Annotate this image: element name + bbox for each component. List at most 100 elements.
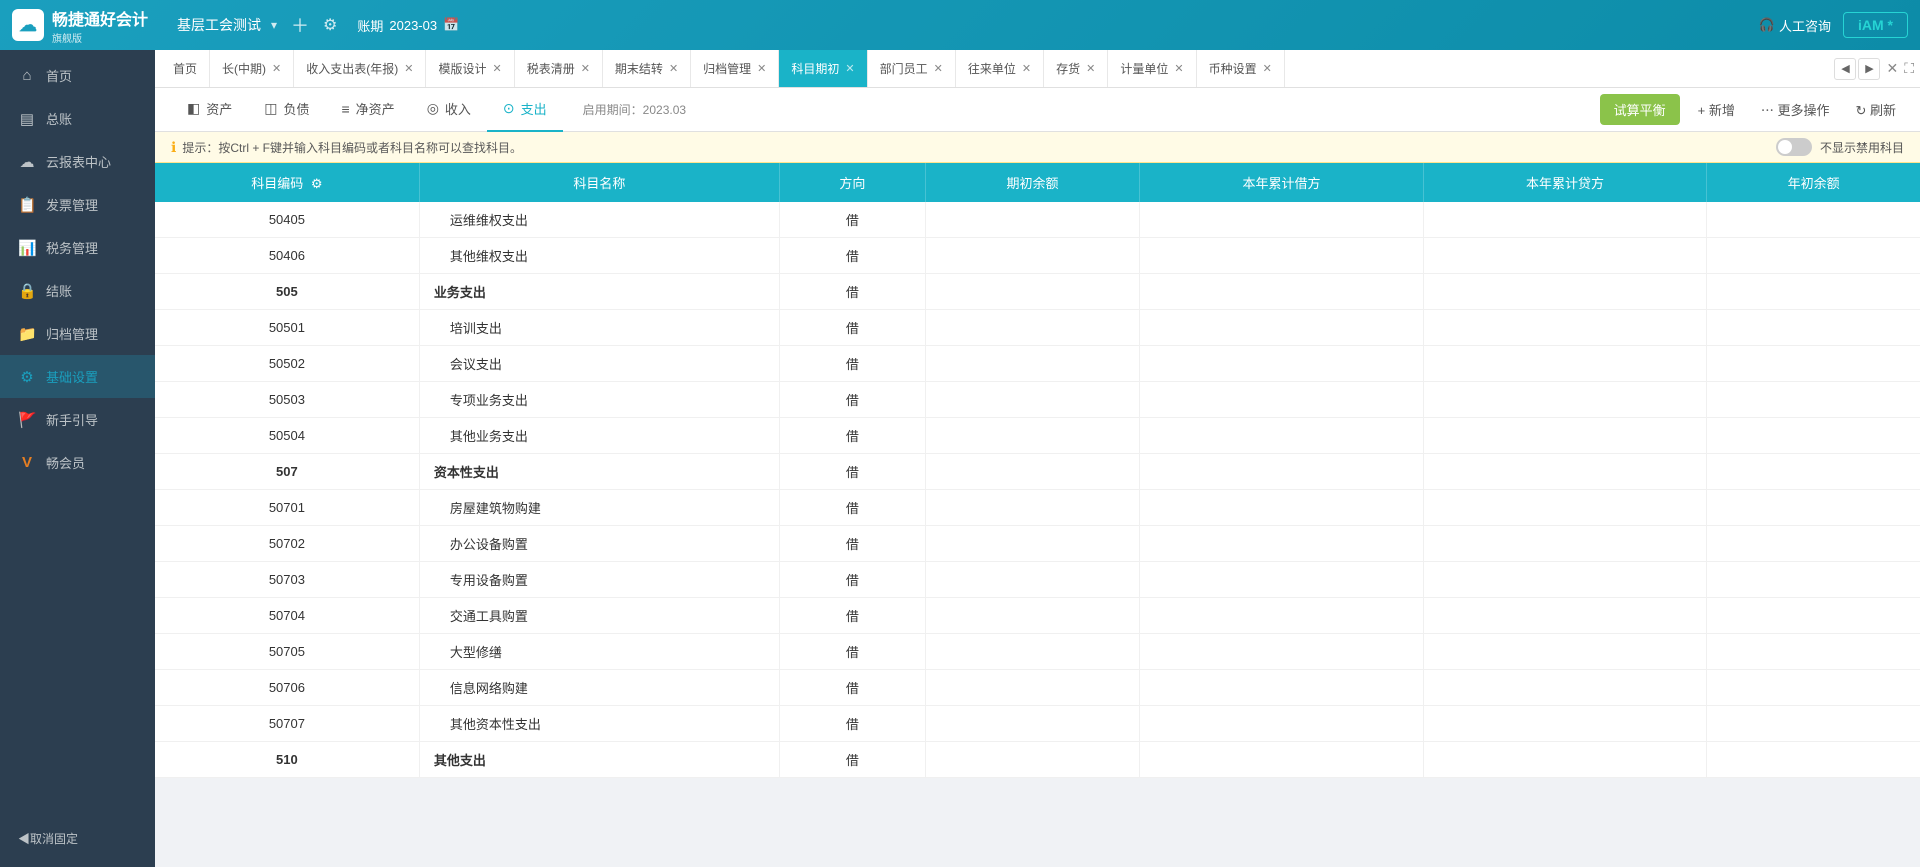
cell-code: 50406 (155, 238, 419, 274)
iam-button[interactable]: iAM * (1843, 12, 1908, 38)
cell-direction: 借 (780, 274, 926, 310)
table-row[interactable]: 50503 专项业务支出 借 (155, 382, 1920, 418)
tab-close-icon[interactable]: ✕ (845, 62, 854, 75)
col-settings-icon[interactable]: ⚙ (311, 176, 323, 191)
sidebar-item-guide[interactable]: 🚩 新手引导 (0, 398, 155, 441)
sub-tab-bar: ◧ 资产 ◫ 负债 ≡ 净资产 ◎ 收入 ⊙ 支出 启用期间：2023.03 试… (155, 88, 1920, 132)
tab-income-report[interactable]: 收入支出表(年报) ✕ (294, 50, 426, 88)
sub-tab-equity[interactable]: ≡ 净资产 (326, 88, 411, 132)
table-row[interactable]: 50705 大型修缮 借 (155, 634, 1920, 670)
tab-home[interactable]: 首页 (161, 50, 210, 88)
sub-tab-expenditure[interactable]: ⊙ 支出 (487, 88, 563, 132)
tab-contacts[interactable]: 往来单位 ✕ (956, 50, 1044, 88)
add-company-button[interactable]: ＋ (287, 12, 313, 38)
table-row[interactable]: 50701 房屋建筑物购建 借 (155, 490, 1920, 526)
liabilities-icon: ◫ (264, 100, 277, 117)
table-row[interactable]: 50504 其他业务支出 借 (155, 418, 1920, 454)
tab-period-end[interactable]: 期末结转 ✕ (603, 50, 691, 88)
period-display: 启用期间：2023.03 (583, 101, 686, 118)
tab-template[interactable]: 模版设计 ✕ (426, 50, 514, 88)
cell-year-opening (1707, 382, 1920, 418)
sub-tab-assets[interactable]: ◧ 资产 (171, 88, 248, 132)
disabled-toggle[interactable] (1776, 138, 1812, 156)
tab-close-icon[interactable]: ✕ (1086, 62, 1095, 75)
col-name: 科目名称 (419, 163, 779, 202)
table-row[interactable]: 510 其他支出 借 (155, 742, 1920, 778)
tab-close-icon[interactable]: ✕ (1022, 62, 1031, 75)
tab-close-icon[interactable]: ✕ (581, 62, 590, 75)
cell-ytd-credit (1423, 490, 1706, 526)
refresh-button[interactable]: ↻ 刷新 (1847, 96, 1904, 123)
tab-home-label: 首页 (173, 60, 197, 77)
table-row[interactable]: 50405 运维维权支出 借 (155, 202, 1920, 238)
table-row[interactable]: 50406 其他维权支出 借 (155, 238, 1920, 274)
warning-icon: ℹ (171, 139, 176, 156)
tab-close-icon[interactable]: ✕ (272, 62, 281, 75)
sub-tab-income[interactable]: ◎ 收入 (411, 88, 487, 132)
sidebar-item-ledger[interactable]: ▤ 总账 (0, 97, 155, 140)
tab-scroll-right[interactable]: ▶ (1858, 58, 1880, 80)
service-button[interactable]: 🎧 人工咨询 (1759, 16, 1831, 35)
more-actions-button[interactable]: ⋯ 更多操作 (1753, 96, 1838, 123)
headphone-icon: 🎧 (1759, 17, 1775, 33)
tab-tax-form[interactable]: 税表清册 ✕ (515, 50, 603, 88)
table-row[interactable]: 50706 信息网络购建 借 (155, 670, 1920, 706)
table-row[interactable]: 50704 交通工具购置 借 (155, 598, 1920, 634)
tab-close-icon[interactable]: ✕ (1263, 62, 1272, 75)
calendar-icon[interactable]: 📅 (443, 17, 459, 33)
sidebar-label-archive: 归档管理 (46, 324, 98, 343)
table-row[interactable]: 50501 培训支出 借 (155, 310, 1920, 346)
tab-dept-staff[interactable]: 部门员工 ✕ (868, 50, 956, 88)
tab-close-icon[interactable]: ✕ (669, 62, 678, 75)
settings-icon[interactable]: ⚙ (323, 15, 337, 35)
ledger-icon: ▤ (18, 110, 36, 128)
tab-tax-form-label: 税表清册 (527, 60, 575, 77)
company-dropdown-icon[interactable]: ▾ (271, 18, 277, 32)
calc-balance-button[interactable]: 试算平衡 (1600, 94, 1680, 125)
tab-unit[interactable]: 计量单位 ✕ (1108, 50, 1196, 88)
table-row[interactable]: 50702 办公设备购置 借 (155, 526, 1920, 562)
sub-tab-actions: 试算平衡 + 新增 ⋯ 更多操作 ↻ 刷新 (1600, 94, 1904, 125)
cancel-pin-button[interactable]: ◀取消固定 (0, 820, 155, 857)
sidebar-item-invoice[interactable]: 📋 发票管理 (0, 183, 155, 226)
sidebar-item-settings[interactable]: ⚙ 基础设置 (0, 355, 155, 398)
tab-inventory[interactable]: 存货 ✕ (1044, 50, 1108, 88)
cell-ytd-credit (1423, 706, 1706, 742)
sidebar-item-tax[interactable]: 📊 税务管理 (0, 226, 155, 269)
tab-archive[interactable]: 归档管理 ✕ (691, 50, 779, 88)
sidebar-item-close[interactable]: 🔒 结账 (0, 269, 155, 312)
cell-opening (925, 310, 1140, 346)
cell-name: 业务支出 (419, 274, 779, 310)
tab-period-end-label: 期末结转 (615, 60, 663, 77)
tab-close-icon[interactable]: ✕ (757, 62, 766, 75)
table-row[interactable]: 507 资本性支出 借 (155, 454, 1920, 490)
cell-code: 50504 (155, 418, 419, 454)
tab-close-all[interactable]: ✕ (1886, 60, 1898, 77)
col-direction: 方向 (780, 163, 926, 202)
table-row[interactable]: 50502 会议支出 借 (155, 346, 1920, 382)
tab-close-icon[interactable]: ✕ (492, 62, 501, 75)
tab-expand[interactable]: ⛶ (1904, 60, 1914, 77)
sub-tab-liabilities[interactable]: ◫ 负债 (248, 88, 325, 132)
cell-ytd-debit (1140, 418, 1423, 454)
sidebar-item-archive[interactable]: 📁 归档管理 (0, 312, 155, 355)
table-row[interactable]: 505 业务支出 借 (155, 274, 1920, 310)
sidebar-item-member[interactable]: V 畅会员 (0, 441, 155, 484)
tab-scroll-left[interactable]: ◀ (1834, 58, 1856, 80)
cell-name: 办公设备购置 (419, 526, 779, 562)
tab-close-icon[interactable]: ✕ (1174, 62, 1183, 75)
main-content: 首页 长(中期) ✕ 收入支出表(年报) ✕ 模版设计 ✕ 税表清册 ✕ 期末结… (155, 50, 1920, 867)
tab-close-icon[interactable]: ✕ (404, 62, 413, 75)
tab-bar: 首页 长(中期) ✕ 收入支出表(年报) ✕ 模版设计 ✕ 税表清册 ✕ 期末结… (155, 50, 1920, 88)
sidebar-item-cloud-report[interactable]: ☁ 云报表中心 (0, 140, 155, 183)
tab-subject-init[interactable]: 科目期初 ✕ (779, 50, 867, 88)
table-row[interactable]: 50703 专用设备购置 借 (155, 562, 1920, 598)
cell-year-opening (1707, 670, 1920, 706)
add-button[interactable]: + 新增 (1690, 96, 1743, 123)
tab-report-mid[interactable]: 长(中期) ✕ (210, 50, 294, 88)
tab-currency[interactable]: 币种设置 ✕ (1197, 50, 1285, 88)
table-row[interactable]: 50707 其他资本性支出 借 (155, 706, 1920, 742)
sidebar-label-member: 畅会员 (46, 453, 85, 472)
sidebar-item-home[interactable]: ⌂ 首页 (0, 54, 155, 97)
tab-close-icon[interactable]: ✕ (934, 62, 943, 75)
